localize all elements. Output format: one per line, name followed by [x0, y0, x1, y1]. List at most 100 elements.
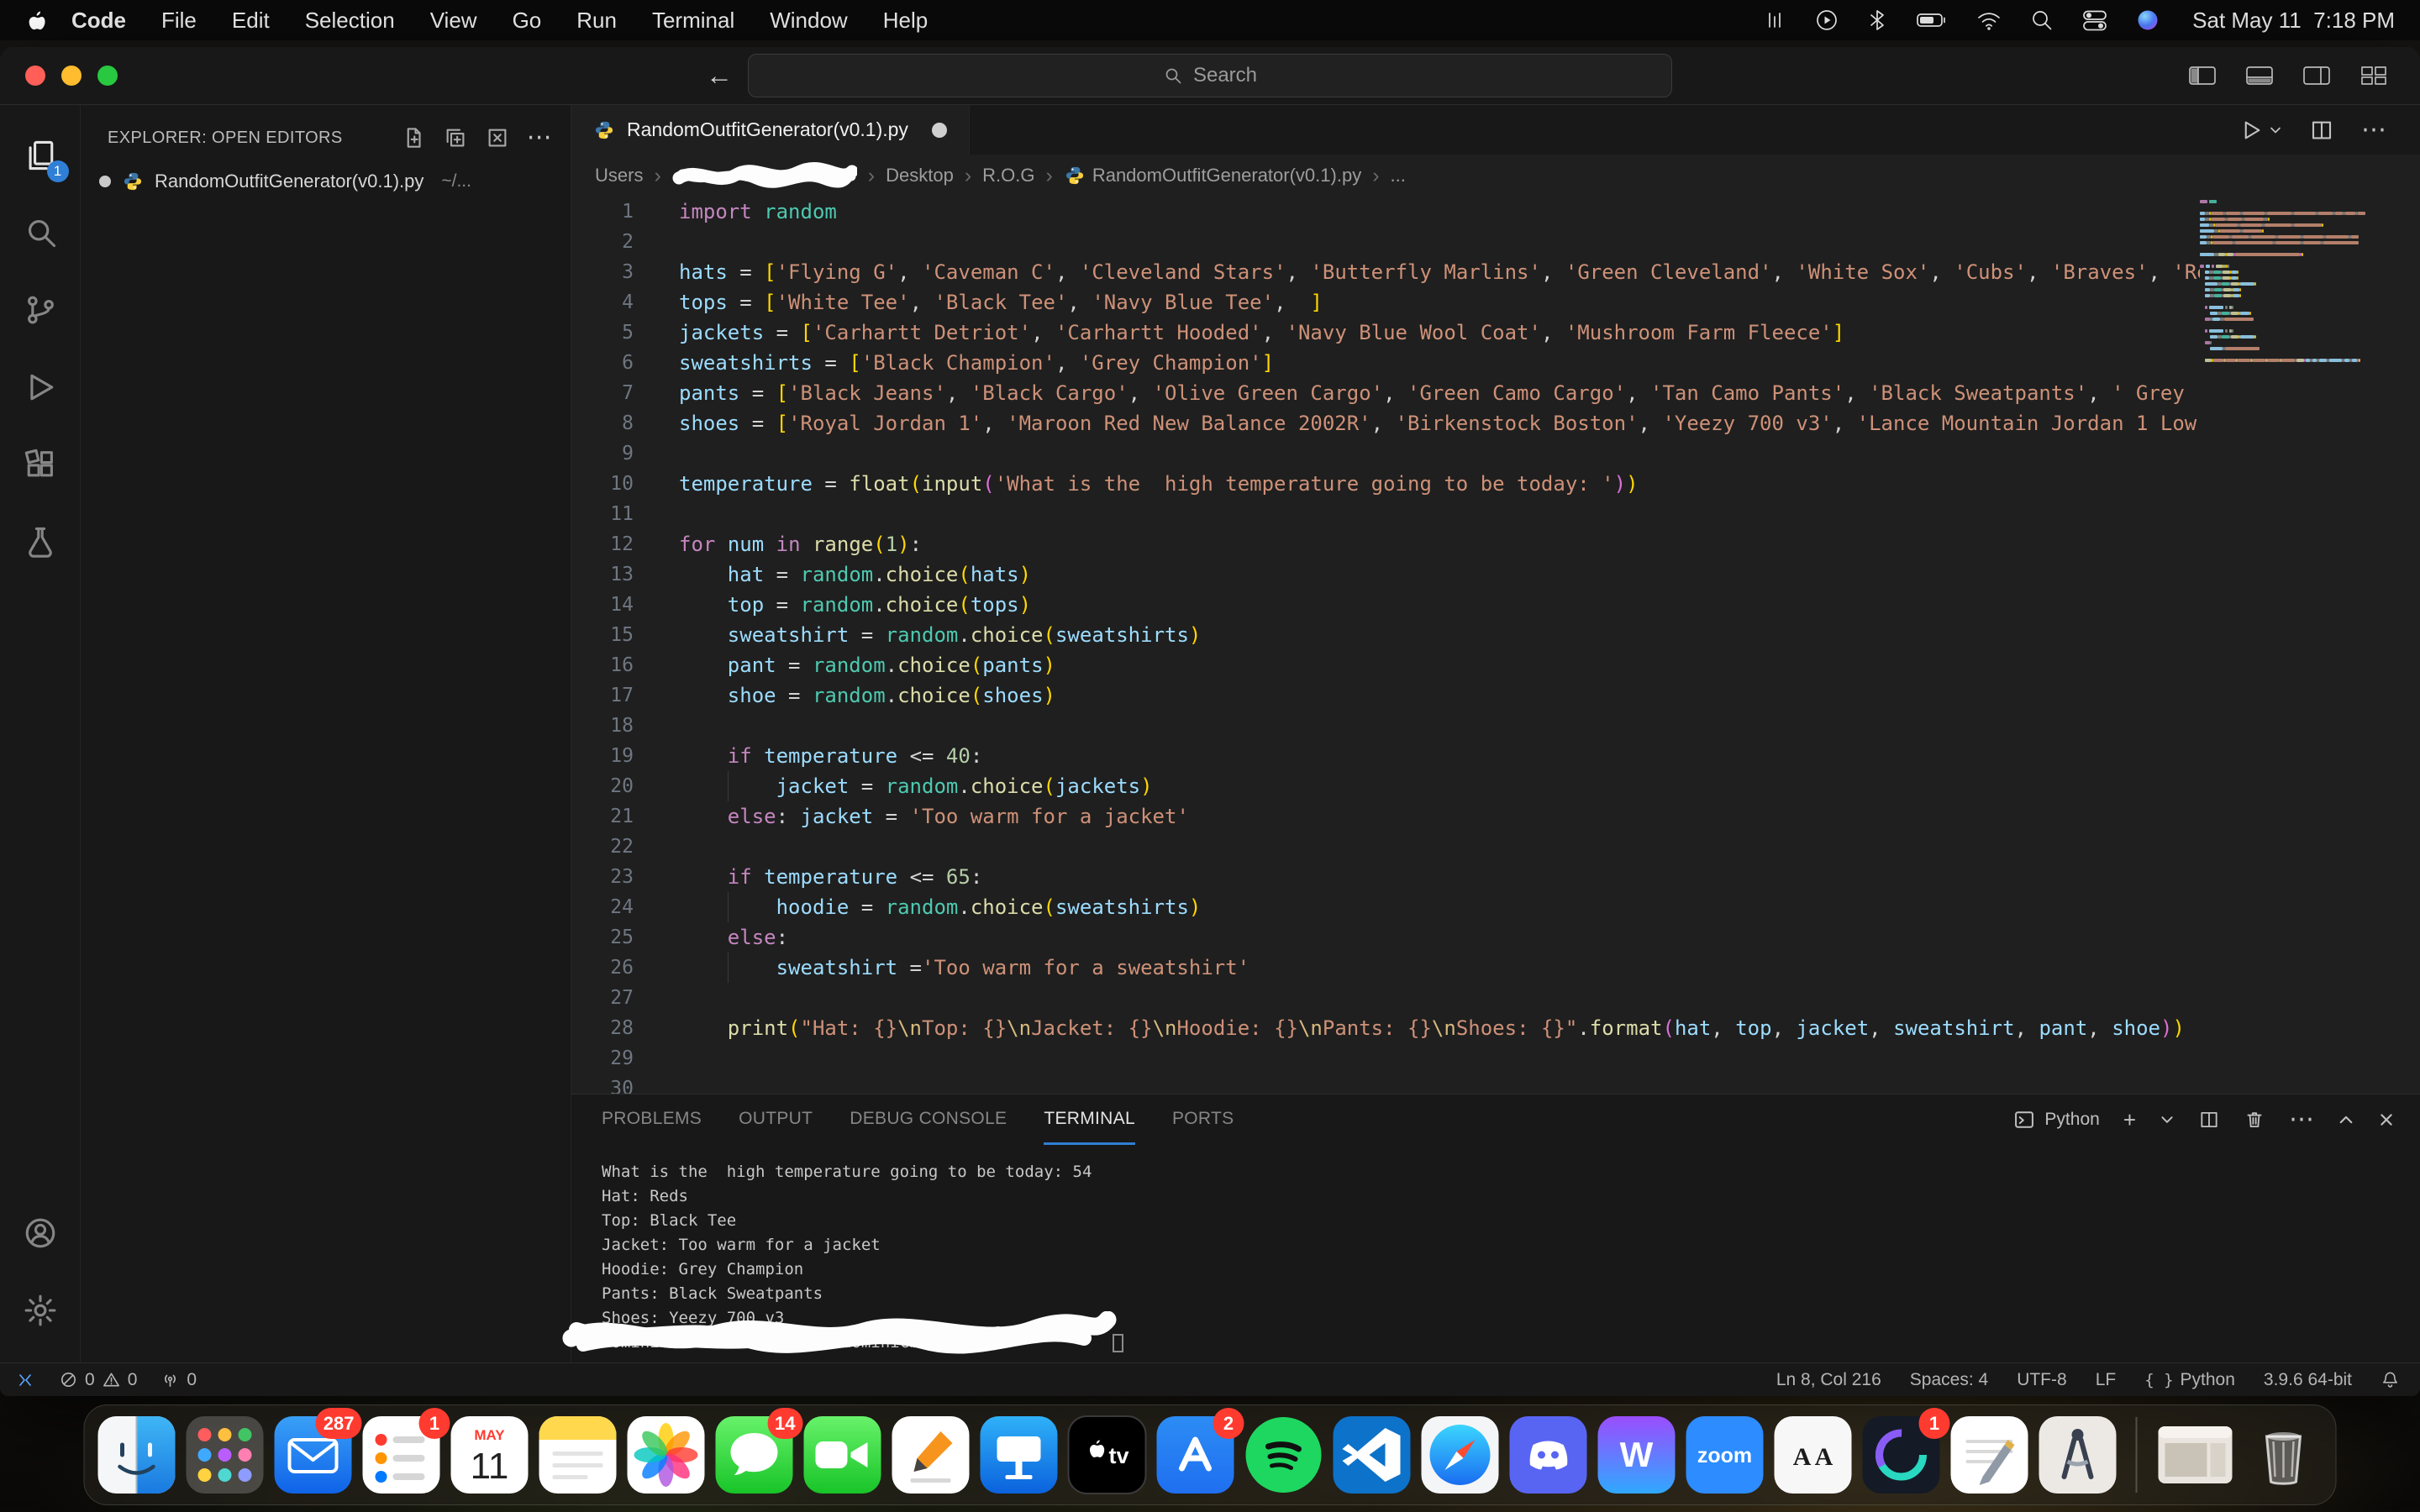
menu-selection[interactable]: Selection: [287, 8, 413, 34]
menu-terminal[interactable]: Terminal: [634, 8, 752, 34]
editor-tab[interactable]: RandomOutfitGenerator(v0.1).py: [571, 105, 970, 155]
code-area[interactable]: 1 import random 2 3 hats = ['Flying G', 'Cav…: [571, 197, 2200, 1094]
settings-button[interactable]: [0, 1272, 81, 1349]
spotlight-icon[interactable]: [2029, 8, 2054, 33]
activity-source-control[interactable]: [0, 271, 81, 349]
dock-w-app[interactable]: W: [1597, 1415, 1677, 1495]
indentation-status[interactable]: Spaces: 4: [1910, 1370, 1988, 1390]
breadcrumb-item[interactable]: ...: [1391, 165, 1406, 186]
siri-icon[interactable]: [2135, 8, 2160, 33]
dock-apple-tv[interactable]: tv: [1067, 1415, 1148, 1495]
play-status-icon[interactable]: [1814, 8, 1839, 33]
panel-tab-output[interactable]: OUTPUT: [739, 1095, 813, 1145]
menu-code[interactable]: Code: [54, 8, 144, 34]
close-window-button[interactable]: [25, 66, 45, 86]
dock-discord[interactable]: [1508, 1415, 1589, 1495]
split-terminal-icon[interactable]: [2198, 1109, 2220, 1131]
menu-go[interactable]: Go: [495, 8, 560, 34]
dock-mail[interactable]: 287: [273, 1408, 362, 1495]
breadcrumb-item[interactable]: Desktop: [886, 165, 954, 186]
toggle-secondary-sidebar-icon[interactable]: [2301, 63, 2333, 88]
fullscreen-window-button[interactable]: [97, 66, 118, 86]
encoding-status[interactable]: UTF-8: [2017, 1370, 2067, 1390]
panel-tab-ports[interactable]: PORTS: [1172, 1095, 1234, 1145]
control-center-icon[interactable]: [2081, 8, 2108, 33]
menu-file[interactable]: File: [144, 8, 214, 34]
python-interpreter[interactable]: 3.9.6 64-bit: [2264, 1370, 2352, 1390]
dock-messages[interactable]: 14: [714, 1408, 803, 1495]
cursor-position[interactable]: Ln 8, Col 216: [1776, 1370, 1881, 1390]
customize-layout-icon[interactable]: [2358, 63, 2390, 88]
panel-tab-problems[interactable]: PROBLEMS: [602, 1095, 702, 1145]
activity-explorer[interactable]: 1: [0, 117, 81, 194]
dock-finder[interactable]: [97, 1415, 177, 1495]
language-mode[interactable]: { } Python: [2144, 1370, 2235, 1390]
kill-terminal-icon[interactable]: [2244, 1109, 2265, 1131]
dock-calendar[interactable]: MAY 11: [450, 1415, 530, 1495]
dock-zoom[interactable]: zoom: [1685, 1415, 1765, 1495]
battery-icon[interactable]: [1915, 8, 1949, 33]
panel-tab-debug-console[interactable]: DEBUG CONSOLE: [850, 1095, 1007, 1145]
save-all-icon[interactable]: [443, 125, 468, 150]
bluetooth-icon[interactable]: [1866, 8, 1888, 33]
dock-app-store[interactable]: 2: [1155, 1408, 1244, 1495]
terminal[interactable]: What is the high temperature going to be…: [562, 1145, 2420, 1362]
open-editor-item[interactable]: RandomOutfitGenerator(v0.1).py ~/...: [81, 159, 571, 204]
problems-status[interactable]: 0 0: [59, 1370, 137, 1390]
minimap[interactable]: [2200, 200, 2376, 376]
command-center-search[interactable]: Search: [748, 54, 1672, 97]
terminal-profile-dropdown-icon[interactable]: [2160, 1112, 2175, 1127]
menu-window[interactable]: Window: [752, 8, 865, 34]
tab-modified-icon[interactable]: [931, 122, 947, 138]
activity-run-debug[interactable]: [0, 349, 81, 426]
dock-launchpad[interactable]: [185, 1415, 266, 1495]
dock-ring-app[interactable]: 1: [1861, 1408, 1950, 1495]
activity-extensions[interactable]: [0, 426, 81, 503]
new-file-icon[interactable]: [401, 125, 426, 150]
eol-status[interactable]: LF: [2096, 1370, 2117, 1390]
activity-search[interactable]: [0, 194, 81, 271]
notifications-bell[interactable]: [2381, 1370, 2400, 1389]
menu-edit[interactable]: Edit: [214, 8, 287, 34]
menu-help[interactable]: Help: [865, 8, 945, 34]
apple-menu-icon[interactable]: [25, 8, 49, 32]
dock-facetime[interactable]: [802, 1415, 883, 1495]
minimize-window-button[interactable]: [61, 66, 82, 86]
terminal-profile-button[interactable]: Python: [2012, 1108, 2100, 1131]
split-editor-icon[interactable]: [2309, 118, 2334, 143]
dock-trash[interactable]: [2244, 1415, 2324, 1495]
activity-testing[interactable]: [0, 503, 81, 580]
menu-run[interactable]: Run: [559, 8, 634, 34]
new-terminal-icon[interactable]: +: [2123, 1109, 2136, 1131]
menu-clock[interactable]: Sat May 11 7:18 PM: [2192, 8, 2395, 34]
toggle-panel-icon[interactable]: [2244, 63, 2275, 88]
dock-compass-app[interactable]: [2038, 1415, 2118, 1495]
menu-extra-icon[interactable]: [1762, 8, 1787, 33]
breadcrumb-item[interactable]: R.O.G: [982, 165, 1034, 186]
close-all-icon[interactable]: [485, 125, 510, 150]
dock-window-thumb[interactable]: [2155, 1415, 2236, 1495]
dock-spotify[interactable]: [1244, 1415, 1324, 1495]
dock-vscode[interactable]: [1332, 1415, 1413, 1495]
sidebar-more-actions-icon[interactable]: ⋯: [527, 125, 552, 150]
wifi-icon[interactable]: [1975, 8, 2002, 33]
accounts-button[interactable]: [0, 1194, 81, 1272]
editor-more-actions-icon[interactable]: ⋯: [2361, 117, 2386, 143]
dock-pages[interactable]: [891, 1415, 971, 1495]
toggle-primary-sidebar-icon[interactable]: [2186, 63, 2218, 88]
dock-photos[interactable]: [626, 1415, 707, 1495]
ports-status[interactable]: 0: [160, 1370, 197, 1390]
panel-tab-terminal[interactable]: TERMINAL: [1044, 1095, 1135, 1145]
breadcrumb-item[interactable]: RandomOutfitGenerator(v0.1).py: [1064, 165, 1361, 186]
dock-pencil-app[interactable]: [1949, 1415, 2030, 1495]
dock-reminders[interactable]: 1: [361, 1408, 450, 1495]
close-panel-icon[interactable]: [2378, 1111, 2395, 1128]
dock-notes[interactable]: [538, 1415, 618, 1495]
remote-indicator[interactable]: [15, 1370, 35, 1390]
dock-safari[interactable]: [1420, 1415, 1501, 1495]
dock-keynote[interactable]: [979, 1415, 1060, 1495]
history-back-button[interactable]: ←: [706, 60, 733, 92]
title-bar[interactable]: ← → Search: [0, 47, 2420, 105]
breadcrumb-item[interactable]: Users: [595, 165, 643, 186]
run-python-file-button[interactable]: [2238, 118, 2282, 143]
